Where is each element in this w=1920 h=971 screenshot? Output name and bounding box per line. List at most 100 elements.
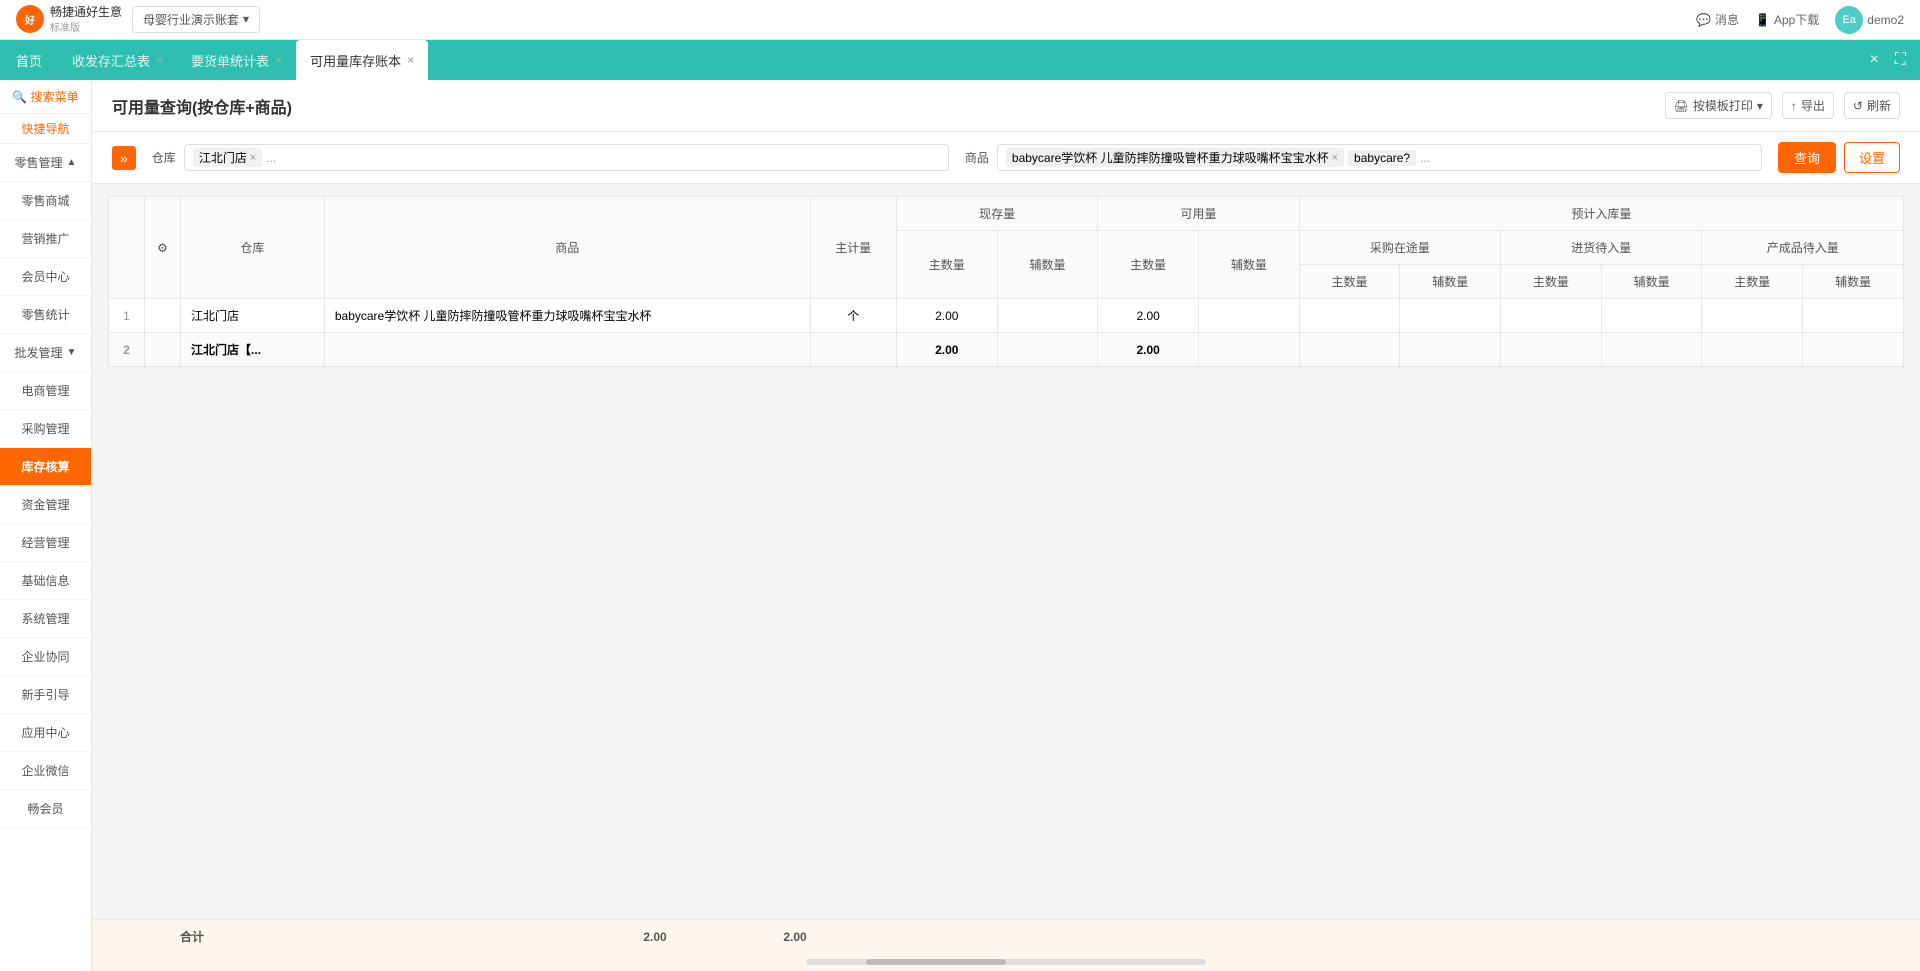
close-icon-yfhdj[interactable]: ×: [275, 53, 282, 67]
sidebar-label-zero-sales-mgmt: 零售管理: [15, 154, 63, 171]
page-header: 可用量查询(按仓库+商品) 🖨 按模板打印 ▾ ↑ 导出 ↺ 刷新: [92, 80, 1920, 132]
th-settings[interactable]: ⚙: [145, 197, 181, 299]
sidebar-label-inventory-check: 库存核算: [21, 460, 69, 474]
home-label: 首页: [16, 51, 42, 70]
tab-kylkzb[interactable]: 可用量库存账本 ×: [296, 40, 428, 80]
export-icon: ↑: [1791, 99, 1797, 113]
table-row: 2 江北门店【... 2.00 2.00: [109, 333, 1904, 367]
scroll-bar[interactable]: [806, 959, 1206, 965]
filter-actions: 查询 设置: [1778, 142, 1900, 173]
export-label: 导出: [1801, 97, 1825, 114]
close-icon-syfhz[interactable]: ×: [156, 53, 163, 67]
query-button[interactable]: 查询: [1778, 142, 1836, 173]
refresh-label: 刷新: [1867, 97, 1891, 114]
product-tag-remove[interactable]: ×: [1332, 152, 1338, 164]
close-icon-kylkzb[interactable]: ×: [407, 53, 414, 67]
filter-toggle-button[interactable]: »: [112, 146, 136, 170]
user-action[interactable]: Ea demo2: [1835, 6, 1904, 34]
page-title: 可用量查询(按仓库+商品): [112, 94, 292, 118]
sidebar-item-zero-sales-mall[interactable]: 零售商城: [0, 182, 91, 220]
sidebar-item-system-mgmt[interactable]: 系统管理: [0, 600, 91, 638]
sidebar-item-finance-mgmt[interactable]: 资金管理: [0, 486, 91, 524]
industry-selector[interactable]: 母婴行业演示账套 ▾: [132, 6, 260, 33]
th-incoming-pending: 进货待入量: [1501, 231, 1702, 265]
warehouse-more-btn[interactable]: ...: [266, 151, 276, 165]
print-label: 按模板打印: [1693, 97, 1753, 114]
footer-avail-main-total: 2.00: [760, 930, 830, 944]
username-label: demo2: [1867, 13, 1904, 27]
app-download-action[interactable]: 📱 App下载: [1755, 11, 1819, 28]
sidebar-item-wholesale-mgmt[interactable]: 批发管理 ▼: [0, 334, 91, 372]
nav-right-btns: × ⛶: [1865, 47, 1920, 73]
message-icon: 💬: [1696, 13, 1711, 27]
th-planned-inbound: 预计入库量: [1299, 197, 1903, 231]
sidebar-label-finance-mgmt: 资金管理: [21, 498, 69, 512]
th-current-main: 主数量: [896, 231, 997, 299]
product-tag-text: babycare学饮杯 儿童防摔防撞吸管杯重力球吸嘴杯宝宝水杯: [1012, 149, 1329, 166]
sidebar-item-basic-info[interactable]: 基础信息: [0, 562, 91, 600]
sidebar-label-ops-mgmt: 经营管理: [21, 536, 69, 550]
sidebar-item-enterprise-collab[interactable]: 企业协同: [0, 638, 91, 676]
th-main-unit: 主计量: [810, 197, 896, 299]
sidebar-item-zero-sales-mgmt[interactable]: 零售管理 ▲: [0, 144, 91, 182]
footer-current-main-total: 2.00: [620, 930, 690, 944]
row-incoming-main-1: [1501, 299, 1602, 333]
row-product-aux-1: [1803, 299, 1904, 333]
chevron-icon-wholesale: ▼: [67, 347, 77, 358]
scroll-hint: [92, 953, 1920, 971]
sidebar-item-vip-member[interactable]: 畅会员: [0, 790, 91, 828]
sidebar-item-inventory-check[interactable]: 库存核算: [0, 448, 91, 486]
sidebar-label-zero-sales-stat: 零售统计: [21, 308, 69, 322]
sidebar-label-enterprise-collab: 企业协同: [21, 650, 69, 664]
chevron-icon-zero-sales: ▲: [67, 157, 77, 168]
sidebar-label-member-center: 会员中心: [21, 270, 69, 284]
nav-tabs: 首页 收发存汇总表 × 要货单统计表 × 可用量库存账本 × × ⛶: [0, 40, 1920, 80]
row-current-main-2: 2.00: [896, 333, 997, 367]
sidebar-item-ops-mgmt[interactable]: 经营管理: [0, 524, 91, 562]
warehouse-tag-jiangbei: 江北门店 ×: [193, 148, 262, 167]
sidebar-item-purchase-mgmt[interactable]: 采购管理: [0, 410, 91, 448]
refresh-button[interactable]: ↺ 刷新: [1844, 92, 1900, 119]
warehouse-filter-input[interactable]: 江北门店 × ...: [184, 144, 949, 171]
tab-label-syfhz: 收发存汇总表: [72, 51, 150, 70]
main-layout: 🔍 搜索菜单 快捷导航 零售管理 ▲ 零售商城 营销推广 会员中心 零售统计 批…: [0, 80, 1920, 971]
tab-label-kylkzb: 可用量库存账本: [310, 51, 401, 70]
row-avail-aux-1: [1199, 299, 1300, 333]
row-checkbox-2[interactable]: [145, 333, 181, 367]
product-filter-input[interactable]: babycare学饮杯 儿童防摔防撞吸管杯重力球吸嘴杯宝宝水杯 × babyca…: [997, 144, 1762, 171]
printer-icon: 🖨: [1674, 99, 1689, 113]
tab-yfhdj[interactable]: 要货单统计表 ×: [177, 40, 296, 80]
sidebar-item-new-guide[interactable]: 新手引导: [0, 676, 91, 714]
row-avail-main-2: 2.00: [1098, 333, 1199, 367]
sidebar-item-member-center[interactable]: 会员中心: [0, 258, 91, 296]
warehouse-tag-remove[interactable]: ×: [250, 152, 256, 164]
tab-syfhz[interactable]: 收发存汇总表 ×: [58, 40, 177, 80]
sidebar-label-purchase-mgmt: 采购管理: [21, 422, 69, 436]
top-bar: 好 畅捷通好生意 标准版 母婴行业演示账套 ▾ 💬 消息 📱 App下载 Ea …: [0, 0, 1920, 40]
sidebar-item-zero-sales-stat[interactable]: 零售统计: [0, 296, 91, 334]
row-avail-main-1: 2.00: [1098, 299, 1199, 333]
close-all-tabs-icon[interactable]: ×: [1865, 47, 1882, 73]
export-button[interactable]: ↑ 导出: [1782, 92, 1834, 119]
sidebar-item-app-center[interactable]: 应用中心: [0, 714, 91, 752]
sidebar-quick-nav[interactable]: 快捷导航: [0, 114, 91, 144]
row-index-2: 2: [109, 333, 145, 367]
sidebar-item-enterprise-wechat[interactable]: 企业微信: [0, 752, 91, 790]
fullscreen-icon[interactable]: ⛶: [1891, 47, 1910, 73]
row-checkbox-1[interactable]: [145, 299, 181, 333]
sidebar-item-marketing[interactable]: 营销推广: [0, 220, 91, 258]
logo-area: 好 畅捷通好生意 标准版: [16, 5, 122, 34]
setting-button[interactable]: 设置: [1844, 142, 1900, 173]
chevron-down-icon: ▾: [243, 12, 249, 26]
message-label: 消息: [1715, 11, 1739, 28]
row-product-main-1: [1702, 299, 1803, 333]
sidebar-label-basic-info: 基础信息: [21, 574, 69, 588]
message-action[interactable]: 💬 消息: [1696, 11, 1739, 28]
scroll-thumb[interactable]: [866, 959, 1006, 965]
sidebar-item-ecommerce-mgmt[interactable]: 电商管理: [0, 372, 91, 410]
warehouse-tag-text: 江北门店: [199, 149, 247, 166]
print-template-button[interactable]: 🖨 按模板打印 ▾: [1665, 92, 1772, 119]
tab-home[interactable]: 首页: [0, 40, 58, 80]
product-more-btn[interactable]: ...: [1420, 151, 1430, 165]
sidebar-search[interactable]: 🔍 搜索菜单: [0, 80, 91, 114]
